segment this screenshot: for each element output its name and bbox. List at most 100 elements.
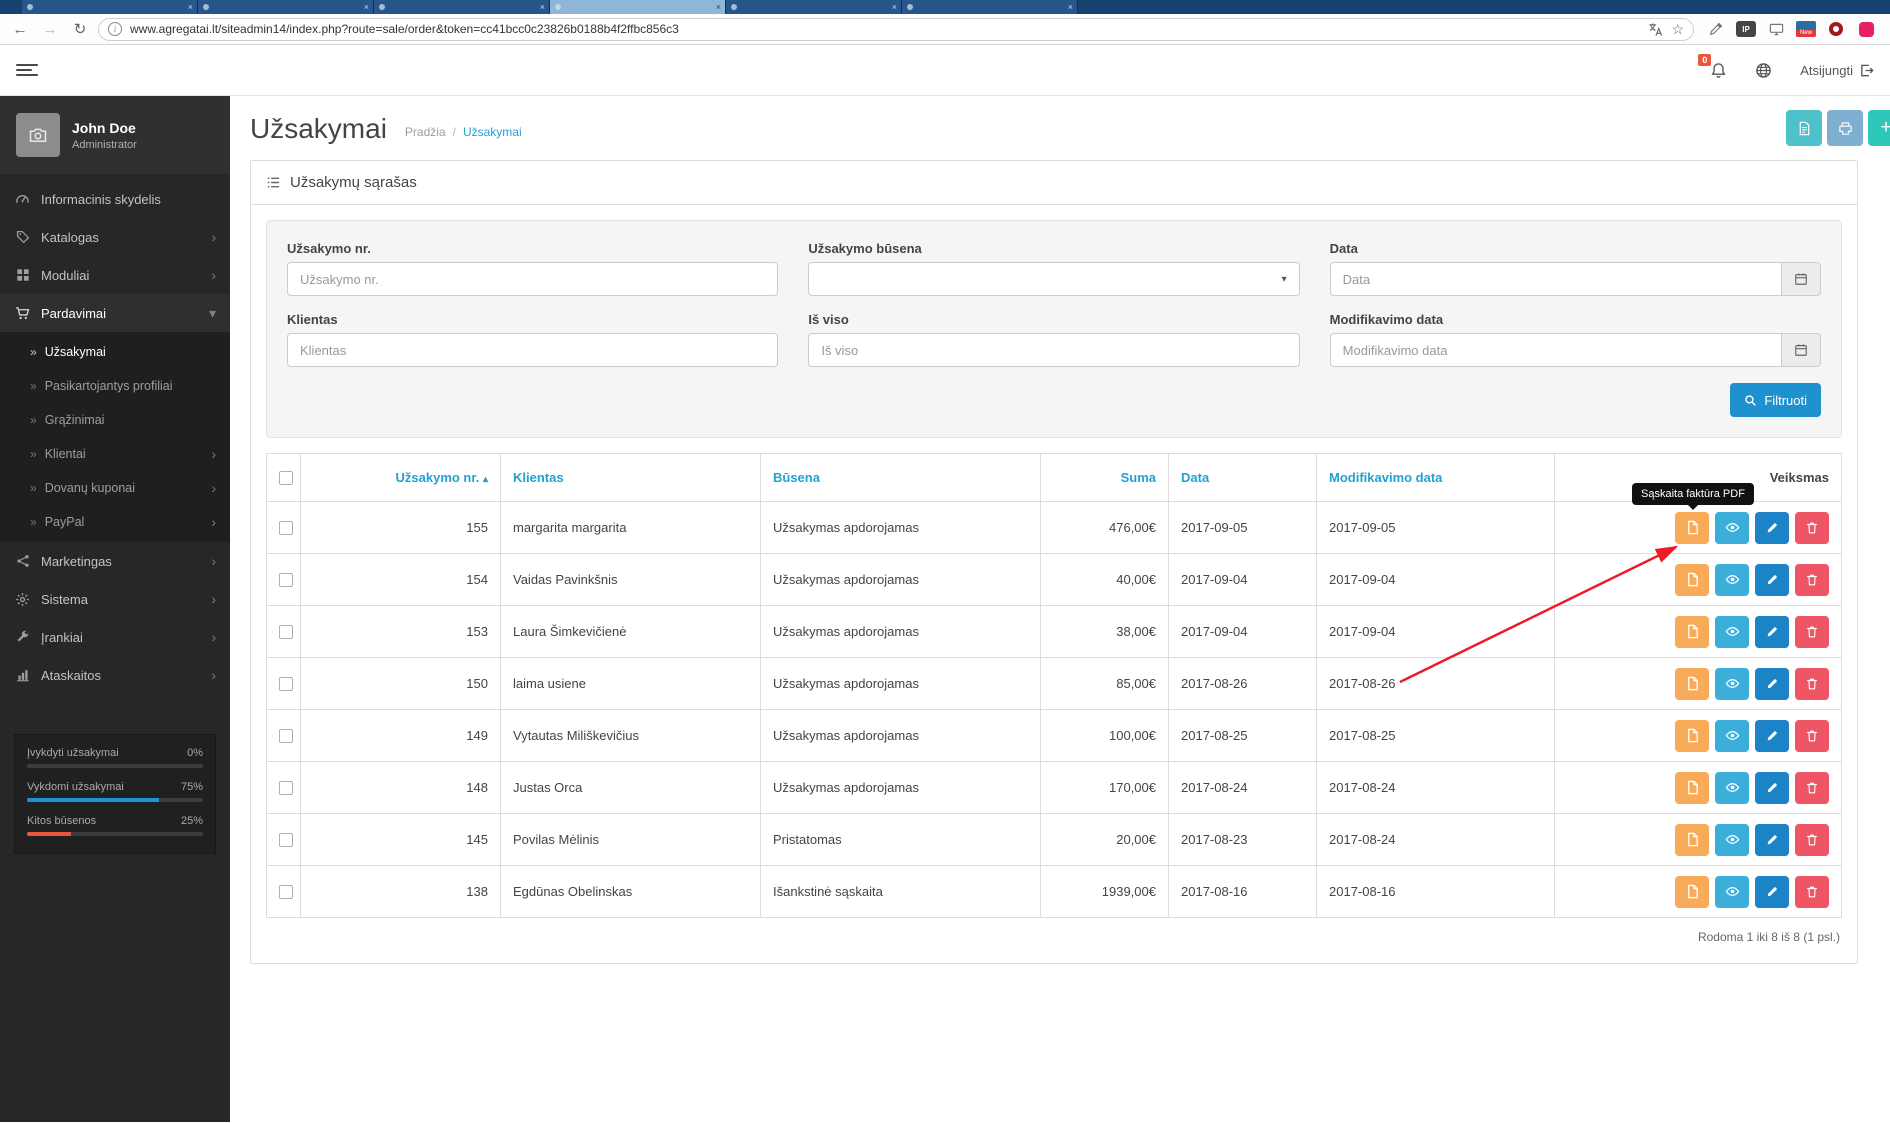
view-button[interactable] bbox=[1715, 875, 1749, 908]
edit-button[interactable] bbox=[1755, 615, 1789, 648]
sidebar-item-recurring-profiles[interactable]: » Pasikartojantys profiliai bbox=[0, 369, 230, 403]
invoice-pdf-button[interactable] bbox=[1675, 719, 1709, 752]
sidebar-item-system[interactable]: Sistema › bbox=[0, 580, 230, 618]
tab-close-icon[interactable]: × bbox=[716, 1, 721, 13]
row-checkbox[interactable] bbox=[279, 729, 293, 744]
delete-button[interactable] bbox=[1795, 719, 1829, 752]
tab-close-icon[interactable]: × bbox=[1068, 1, 1073, 13]
filter-total-input[interactable] bbox=[808, 333, 1300, 367]
invoice-print-button[interactable] bbox=[1786, 110, 1822, 146]
invoice-pdf-button[interactable] bbox=[1675, 823, 1709, 856]
red-ring-extension-icon[interactable] bbox=[1826, 20, 1846, 38]
view-button[interactable] bbox=[1715, 563, 1749, 596]
delete-button[interactable] bbox=[1795, 667, 1829, 700]
invoice-pdf-button[interactable] bbox=[1675, 667, 1709, 700]
browser-tab[interactable]: × bbox=[374, 0, 550, 14]
sidebar-item-catalog[interactable]: Katalogas › bbox=[0, 218, 230, 256]
forward-icon[interactable]: → bbox=[38, 22, 62, 37]
translate-icon[interactable] bbox=[1648, 22, 1663, 37]
breadcrumb-current[interactable]: Užsakymai bbox=[463, 125, 522, 139]
delete-button[interactable] bbox=[1795, 875, 1829, 908]
sidebar-item-orders[interactable]: » Užsakymai bbox=[0, 335, 230, 369]
select-all-checkbox[interactable] bbox=[279, 471, 293, 486]
sidebar-item-tools[interactable]: Įrankiai › bbox=[0, 618, 230, 656]
calendar-button[interactable] bbox=[1781, 333, 1821, 367]
new-tv-extension-icon[interactable]: New bbox=[1796, 21, 1816, 37]
edit-button[interactable] bbox=[1755, 719, 1789, 752]
edit-button[interactable] bbox=[1755, 563, 1789, 596]
sidebar-item-dashboard[interactable]: Informacinis skydelis bbox=[0, 180, 230, 218]
delete-button[interactable] bbox=[1795, 771, 1829, 804]
language-button[interactable] bbox=[1755, 62, 1772, 79]
row-checkbox[interactable] bbox=[279, 781, 293, 796]
invoice-pdf-button[interactable] bbox=[1675, 771, 1709, 804]
sidebar-item-returns[interactable]: » Grąžinimai bbox=[0, 403, 230, 437]
invoice-pdf-button[interactable] bbox=[1675, 511, 1709, 544]
filter-order-nr-input[interactable] bbox=[287, 262, 779, 296]
filter-modified-input[interactable] bbox=[1329, 333, 1781, 367]
monitor-extension-icon[interactable] bbox=[1766, 20, 1786, 38]
add-order-button[interactable]: + bbox=[1868, 110, 1890, 146]
site-info-icon[interactable]: i bbox=[108, 22, 122, 36]
eyedropper-extension-icon[interactable] bbox=[1706, 20, 1726, 38]
row-checkbox[interactable] bbox=[279, 573, 293, 588]
edit-button[interactable] bbox=[1755, 875, 1789, 908]
filter-status-select[interactable]: ▾ bbox=[808, 262, 1300, 296]
delete-button[interactable] bbox=[1795, 615, 1829, 648]
sort-total[interactable]: Suma bbox=[1121, 470, 1156, 485]
notifications-button[interactable]: 0 bbox=[1698, 53, 1727, 79]
sort-modified[interactable]: Modifikavimo data bbox=[1329, 470, 1442, 485]
browser-tab[interactable]: × bbox=[726, 0, 902, 14]
row-checkbox[interactable] bbox=[279, 833, 293, 848]
tab-close-icon[interactable]: × bbox=[892, 1, 897, 13]
view-button[interactable] bbox=[1715, 615, 1749, 648]
url-bar[interactable]: i www.agregatai.lt/siteadmin14/index.php… bbox=[98, 17, 1694, 41]
sidebar-item-marketing[interactable]: Marketingas › bbox=[0, 542, 230, 580]
view-button[interactable] bbox=[1715, 823, 1749, 856]
reload-icon[interactable]: ↻ bbox=[68, 22, 92, 37]
row-checkbox[interactable] bbox=[279, 677, 293, 692]
bookmark-star-icon[interactable]: ☆ bbox=[1671, 22, 1684, 36]
tab-close-icon[interactable]: × bbox=[364, 1, 369, 13]
view-button[interactable] bbox=[1715, 667, 1749, 700]
sort-status[interactable]: Būsena bbox=[773, 470, 820, 485]
filter-date-input[interactable] bbox=[1329, 262, 1781, 296]
browser-tab[interactable]: × bbox=[198, 0, 374, 14]
shipping-list-print-button[interactable] bbox=[1827, 110, 1863, 146]
edit-button[interactable] bbox=[1755, 771, 1789, 804]
ip-extension-icon[interactable]: IP bbox=[1736, 21, 1756, 37]
view-button[interactable] bbox=[1715, 771, 1749, 804]
view-button[interactable] bbox=[1715, 511, 1749, 544]
sidebar-item-gift-vouchers[interactable]: » Dovanų kuponai › bbox=[0, 471, 230, 505]
sidebar-item-sales[interactable]: Pardavimai ▾ bbox=[0, 294, 230, 332]
calendar-button[interactable] bbox=[1781, 262, 1821, 296]
tab-close-icon[interactable]: × bbox=[188, 1, 193, 13]
edit-button[interactable] bbox=[1755, 667, 1789, 700]
invoice-pdf-button[interactable] bbox=[1675, 875, 1709, 908]
delete-button[interactable] bbox=[1795, 563, 1829, 596]
delete-button[interactable] bbox=[1795, 823, 1829, 856]
browser-tab[interactable]: × bbox=[902, 0, 1078, 14]
sidebar-item-paypal[interactable]: » PayPal › bbox=[0, 505, 230, 539]
sort-customer[interactable]: Klientas bbox=[513, 470, 564, 485]
row-checkbox[interactable] bbox=[279, 625, 293, 640]
row-checkbox[interactable] bbox=[279, 885, 293, 900]
sidebar-item-reports[interactable]: Ataskaitos › bbox=[0, 656, 230, 694]
edit-button[interactable] bbox=[1755, 823, 1789, 856]
view-button[interactable] bbox=[1715, 719, 1749, 752]
logout-button[interactable]: Atsijungti bbox=[1800, 63, 1874, 78]
filter-button[interactable]: Filtruoti bbox=[1730, 383, 1821, 417]
edit-button[interactable] bbox=[1755, 511, 1789, 544]
browser-tab-active[interactable]: × bbox=[550, 0, 726, 14]
sort-date[interactable]: Data bbox=[1181, 470, 1209, 485]
breadcrumb-home[interactable]: Pradžia bbox=[405, 125, 446, 139]
pink-extension-icon[interactable] bbox=[1856, 20, 1876, 38]
sidebar-item-modules[interactable]: Moduliai › bbox=[0, 256, 230, 294]
filter-customer-input[interactable] bbox=[287, 333, 779, 367]
back-icon[interactable]: ← bbox=[8, 22, 32, 37]
sort-order-nr[interactable]: Užsakymo nr. ▴ bbox=[396, 470, 488, 485]
browser-tab[interactable]: × bbox=[22, 0, 198, 14]
sidebar-item-customers[interactable]: » Klientai › bbox=[0, 437, 230, 471]
invoice-pdf-button[interactable] bbox=[1675, 615, 1709, 648]
menu-toggle-icon[interactable] bbox=[16, 64, 38, 76]
